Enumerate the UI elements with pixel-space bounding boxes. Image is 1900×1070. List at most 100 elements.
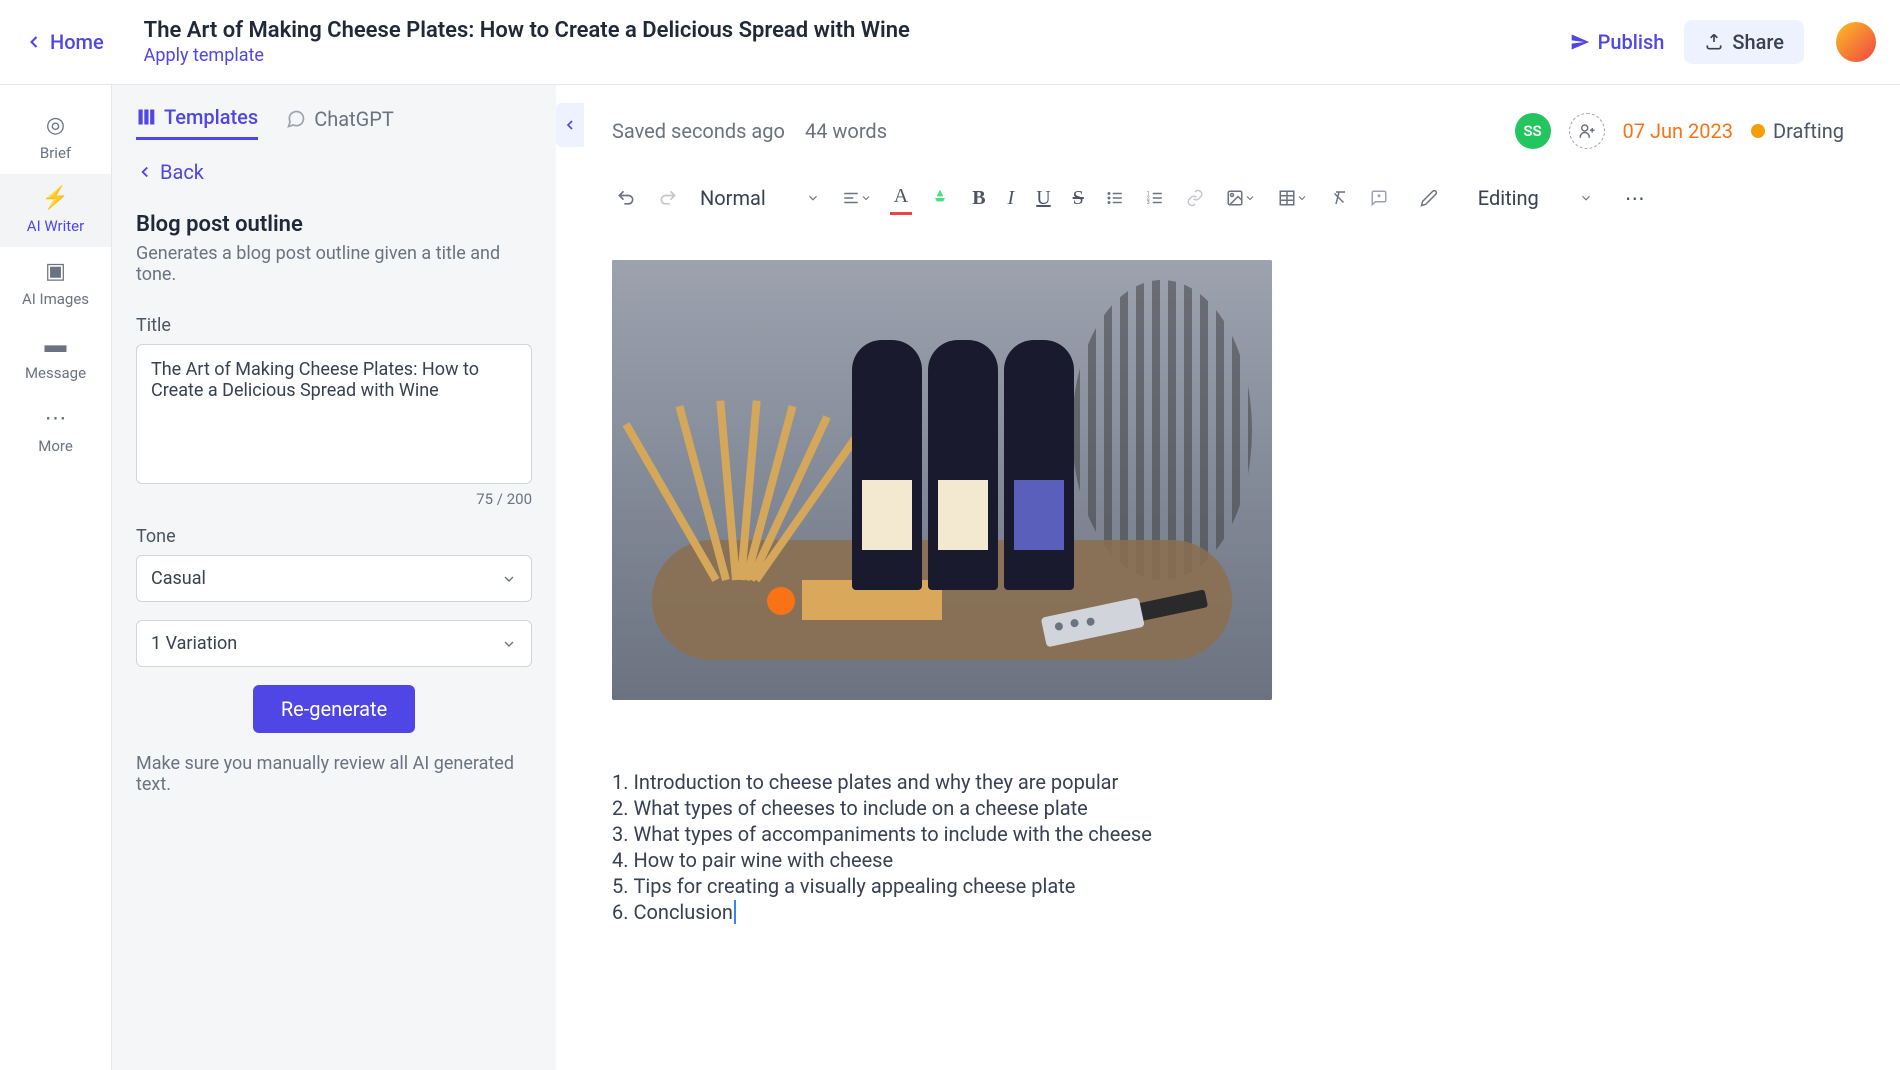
link-icon: [1186, 189, 1204, 207]
comment-icon: [1370, 189, 1388, 207]
bullet-list-button[interactable]: [1102, 185, 1128, 211]
nav-more[interactable]: ⋯ More: [0, 394, 111, 467]
align-button[interactable]: [838, 185, 876, 211]
user-avatar[interactable]: [1836, 22, 1876, 62]
add-user-button[interactable]: [1569, 113, 1605, 149]
format-label: Normal: [700, 186, 766, 210]
variation-value: 1 Variation: [151, 633, 237, 654]
templates-icon: [136, 107, 156, 127]
italic-button[interactable]: I: [1004, 183, 1019, 214]
page-title: The Art of Making Cheese Plates: How to …: [144, 18, 1570, 43]
status-dot-icon: [1751, 124, 1765, 138]
back-link[interactable]: Back: [136, 160, 532, 184]
word-count: 44 words: [805, 119, 887, 143]
more-toolbar-button[interactable]: ⋯: [1621, 182, 1649, 214]
list-item: Tips for creating a visually appealing c…: [612, 874, 1844, 898]
pencil-icon: [1420, 189, 1438, 207]
image-icon: ▣: [45, 259, 66, 284]
status-label: Drafting: [1773, 119, 1844, 143]
panel-title: Blog post outline: [136, 212, 532, 237]
format-select[interactable]: Normal: [696, 182, 824, 214]
list-item: How to pair wine with cheese: [612, 848, 1844, 872]
upload-icon: [1704, 32, 1724, 52]
back-label: Back: [160, 160, 204, 184]
document-image[interactable]: [612, 260, 1272, 700]
list-item: What types of accompaniments to include …: [612, 822, 1844, 846]
more-icon: ⋯: [45, 406, 67, 431]
user-plus-icon: [1578, 122, 1596, 140]
chevron-down-icon: [806, 191, 820, 205]
strikethrough-button[interactable]: S: [1069, 183, 1088, 214]
align-icon: [842, 189, 860, 207]
redo-icon: [658, 188, 678, 208]
chevron-down-icon: [501, 636, 517, 652]
char-count: 75 / 200: [136, 490, 532, 508]
undo-button[interactable]: [612, 184, 640, 212]
editor-toolbar: Normal A B I U S 123 Editing ⋯: [612, 173, 1844, 232]
list-item: Introduction to cheese plates and why th…: [612, 770, 1844, 794]
home-link[interactable]: Home: [24, 30, 104, 54]
table-button[interactable]: [1274, 185, 1312, 211]
list-item-text: Conclusion: [633, 900, 735, 924]
table-icon: [1278, 189, 1296, 207]
nav-label: More: [38, 437, 73, 455]
chevron-down-icon: [1244, 192, 1256, 204]
image-button[interactable]: [1222, 185, 1260, 211]
tone-select[interactable]: Casual: [136, 555, 532, 602]
underline-button[interactable]: U: [1032, 183, 1054, 214]
chevron-down-icon: [1579, 191, 1593, 205]
highlight-icon: [930, 188, 950, 208]
redo-button[interactable]: [654, 184, 682, 212]
nav-label: Message: [25, 364, 86, 382]
review-note: Make sure you manually review all AI gen…: [136, 753, 532, 795]
nav-message[interactable]: ▬ Message: [0, 320, 111, 394]
numbered-list-icon: 123: [1146, 189, 1164, 207]
share-label: Share: [1732, 30, 1784, 54]
comment-button[interactable]: [1366, 185, 1392, 211]
tab-chatgpt[interactable]: ChatGPT: [286, 105, 394, 140]
nav-brief[interactable]: ◎Brief: [0, 101, 111, 174]
nav-label: AI Writer: [27, 217, 84, 235]
list-item: Conclusion: [612, 900, 1844, 924]
editing-mode-select[interactable]: Editing: [1416, 182, 1597, 214]
tab-label: ChatGPT: [314, 107, 394, 131]
chevron-down-icon: [860, 192, 872, 204]
title-input[interactable]: [136, 344, 532, 484]
publish-button[interactable]: Publish: [1570, 30, 1665, 54]
collapse-panel-button[interactable]: [556, 103, 584, 147]
chevron-left-icon: [562, 117, 578, 133]
tab-label: Templates: [164, 105, 258, 129]
user-badge[interactable]: SS: [1515, 113, 1551, 149]
title-label: Title: [136, 315, 532, 336]
save-status: Saved seconds ago: [612, 119, 785, 143]
clear-format-button[interactable]: [1326, 185, 1352, 211]
highlight-button[interactable]: [926, 184, 954, 212]
tone-label: Tone: [136, 526, 532, 547]
bold-button[interactable]: B: [968, 183, 989, 214]
apply-template-link[interactable]: Apply template: [144, 45, 1570, 66]
image-icon: [1226, 189, 1244, 207]
chevron-left-icon: [24, 32, 44, 52]
variation-select[interactable]: 1 Variation: [136, 620, 532, 667]
tone-value: Casual: [151, 568, 206, 589]
clear-format-icon: [1330, 189, 1348, 207]
text-color-button[interactable]: A: [890, 181, 912, 215]
chevron-down-icon: [1296, 192, 1308, 204]
bullet-list-icon: [1106, 189, 1124, 207]
nav-ai-writer[interactable]: ⚡ AI Writer: [0, 174, 111, 247]
tab-templates[interactable]: Templates: [136, 105, 258, 140]
chevron-left-icon: [136, 163, 154, 181]
document-date: 07 Jun 2023: [1623, 119, 1733, 143]
regenerate-button[interactable]: Re-generate: [253, 685, 415, 733]
status-badge[interactable]: Drafting: [1751, 119, 1844, 143]
numbered-list-button[interactable]: 123: [1142, 185, 1168, 211]
share-button[interactable]: Share: [1684, 20, 1804, 64]
document-outline[interactable]: Introduction to cheese plates and why th…: [612, 770, 1844, 924]
bolt-icon: ⚡: [42, 186, 69, 211]
nav-ai-images[interactable]: ▣AI Images: [0, 247, 111, 320]
link-button[interactable]: [1182, 185, 1208, 211]
message-icon: ▬: [45, 332, 67, 358]
target-icon: ◎: [46, 113, 65, 138]
chevron-down-icon: [501, 571, 517, 587]
editor-area: Saved seconds ago 44 words SS 07 Jun 202…: [556, 85, 1900, 1070]
